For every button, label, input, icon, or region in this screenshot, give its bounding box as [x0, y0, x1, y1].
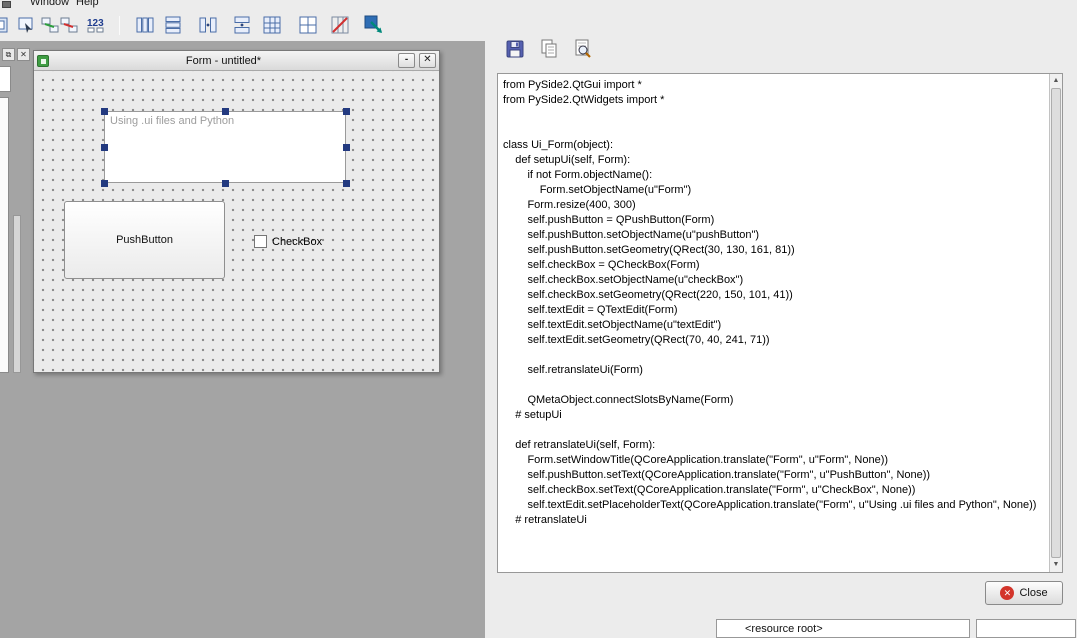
menu-window[interactable]: Window	[30, 0, 69, 8]
scrollbar-down-arrow[interactable]: ▼	[1050, 559, 1062, 571]
selection-handle-mid-right[interactable]	[343, 144, 350, 151]
layout-vertical-icon[interactable]	[161, 13, 185, 37]
adjust-size-icon[interactable]	[362, 13, 386, 37]
form-canvas[interactable]: Using .ui files and Python PushButton Ch…	[34, 71, 439, 372]
break-layout-icon[interactable]	[328, 13, 352, 37]
scrollbar-thumb[interactable]	[1051, 88, 1061, 558]
menubar: Window Help	[0, 0, 1077, 9]
pushbutton-label: PushButton	[116, 234, 173, 246]
app-icon	[2, 1, 11, 8]
generated-code[interactable]: from PySide2.QtGui import * from PySide2…	[498, 74, 1049, 572]
checkbox-widget[interactable]: CheckBox	[254, 221, 355, 262]
dock-close-button[interactable]: ✕	[17, 48, 30, 61]
mdi-area: ⧉ ✕ Form - untitled* - ✕ Using .ui files…	[0, 41, 485, 638]
dock-float-button[interactable]: ⧉	[2, 48, 15, 61]
close-button-icon: ✕	[1000, 586, 1014, 600]
find-icon[interactable]	[571, 37, 595, 61]
code-view[interactable]: from PySide2.QtGui import * from PySide2…	[497, 73, 1063, 573]
close-button-label: Close	[1019, 587, 1047, 599]
selection-handle-bottom-mid[interactable]	[222, 180, 229, 187]
form-window-title: Form - untitled*	[53, 55, 394, 67]
layout-grid-icon[interactable]	[260, 13, 284, 37]
menu-help[interactable]: Help	[76, 0, 99, 8]
selection-handle-top-mid[interactable]	[222, 108, 229, 115]
selection-handle-bottom-left[interactable]	[101, 180, 108, 187]
widgetbox-panel-sliver	[0, 97, 9, 373]
close-button[interactable]: ✕ Close	[985, 581, 1063, 605]
checkbox-indicator[interactable]	[254, 235, 267, 248]
selection-handle-mid-left[interactable]	[101, 144, 108, 151]
clipped-tool-icon[interactable]	[0, 13, 11, 37]
edit-widgets-icon[interactable]	[14, 13, 38, 37]
code-preview-dialog: from PySide2.QtGui import * from PySide2…	[485, 30, 1077, 615]
copy-icon[interactable]	[537, 37, 561, 61]
close-window-button[interactable]: ✕	[419, 53, 436, 68]
selection-handle-bottom-right[interactable]	[343, 180, 350, 187]
edit-buddies-icon[interactable]	[57, 13, 81, 37]
form-window-titlebar[interactable]: Form - untitled* - ✕	[34, 51, 439, 71]
layout-splitter-horizontal-icon[interactable]	[196, 13, 220, 37]
save-icon[interactable]	[503, 37, 527, 61]
edit-tab-order-icon[interactable]: 123	[84, 13, 108, 37]
checkbox-label: CheckBox	[272, 236, 322, 248]
resource-side-panel	[976, 619, 1076, 638]
code-scrollbar[interactable]: ▲ ▼	[1049, 74, 1062, 572]
form-window: Form - untitled* - ✕ Using .ui files and…	[33, 50, 440, 373]
toolbar-separator	[119, 16, 120, 35]
minimize-button[interactable]: -	[398, 53, 415, 68]
widgetbox-filter-sliver[interactable]	[0, 66, 11, 92]
pushbutton-widget[interactable]: PushButton	[64, 201, 225, 279]
layout-splitter-vertical-icon[interactable]	[230, 13, 254, 37]
widgetbox-scrollbar[interactable]	[13, 215, 21, 373]
resource-root-item[interactable]: <resource root>	[716, 619, 970, 638]
form-file-icon	[37, 55, 49, 67]
svg-text:123: 123	[87, 18, 104, 29]
layout-horizontal-icon[interactable]	[133, 13, 157, 37]
scrollbar-up-arrow[interactable]: ▲	[1050, 75, 1062, 87]
textedit-widget[interactable]: Using .ui files and Python	[104, 111, 346, 183]
selection-handle-top-left[interactable]	[101, 108, 108, 115]
layout-form-icon[interactable]	[296, 13, 320, 37]
selection-handle-top-right[interactable]	[343, 108, 350, 115]
